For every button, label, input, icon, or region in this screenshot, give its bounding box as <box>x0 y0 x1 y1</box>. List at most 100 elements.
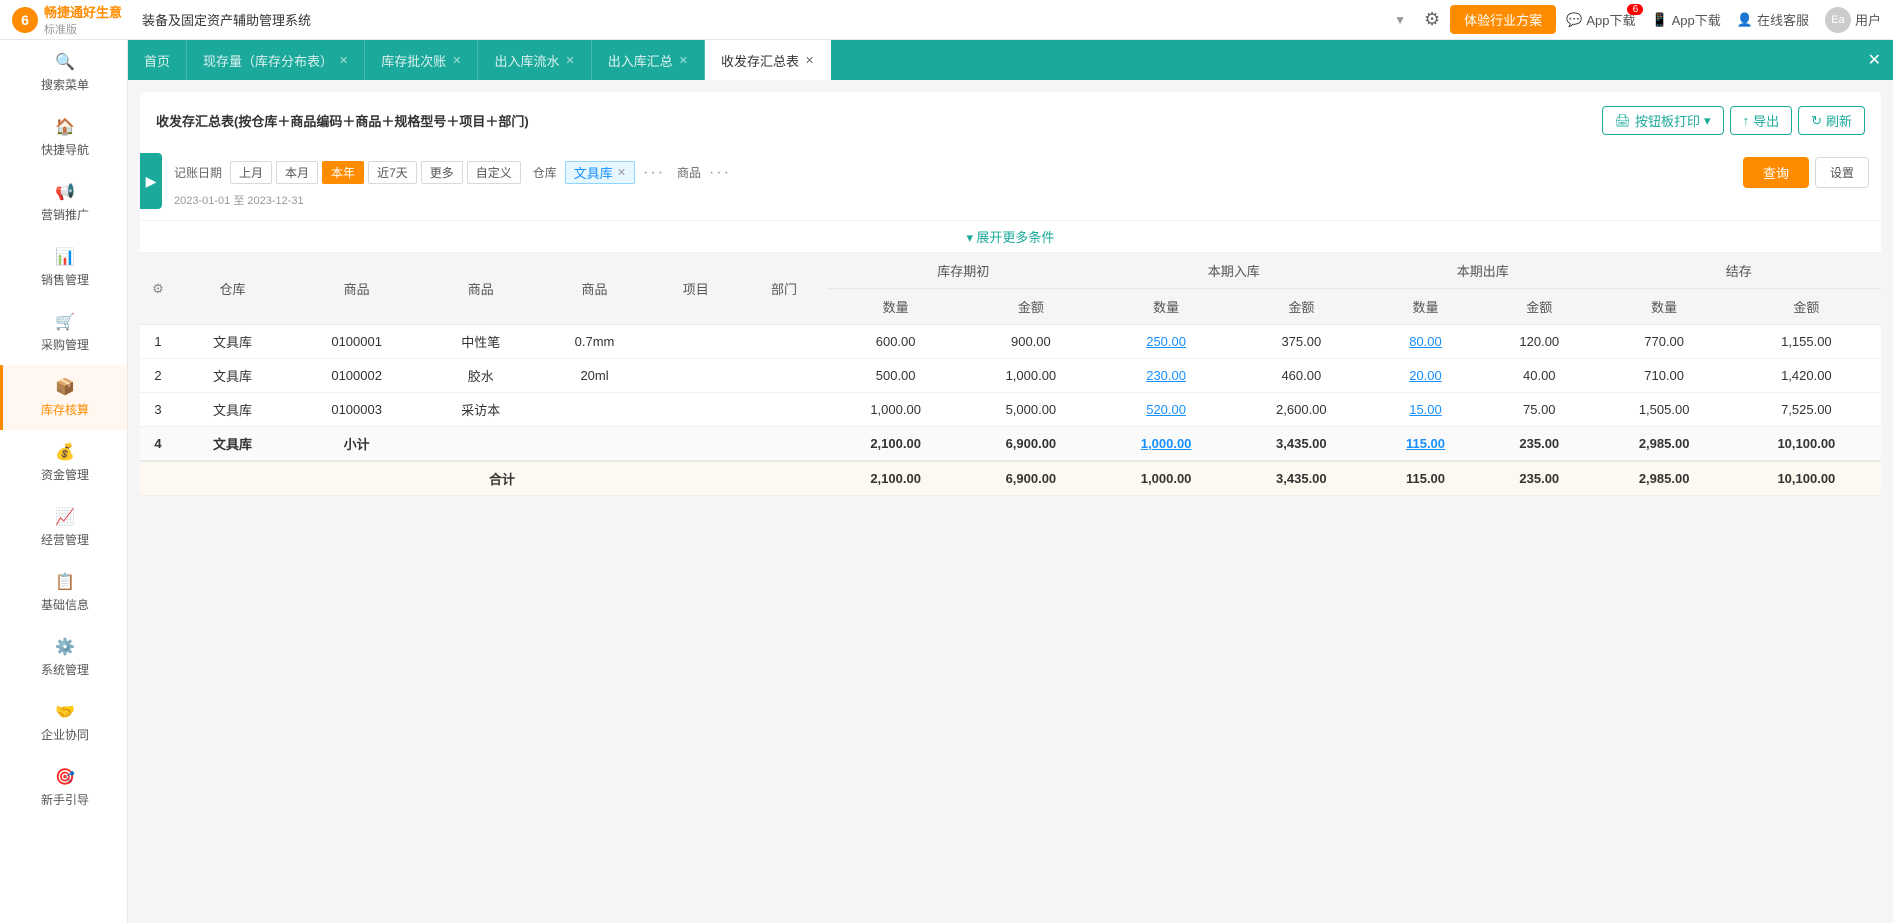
sidebar: 🔍 搜索菜单 🏠 快捷导航 📢 营销推广 📊 销售管理 🛒 采购管理 📦 库存核… <box>0 40 128 923</box>
row3-name: 采访本 <box>424 393 537 427</box>
tab-recv-summary[interactable]: 收发存汇总表 ✕ <box>705 40 831 80</box>
print-dropdown-icon: ▾ <box>1704 113 1711 129</box>
row3-init-qty: 1,000.00 <box>828 393 963 427</box>
online-service-button[interactable]: 👤 在线客服 <box>1737 10 1809 29</box>
col-code-header: 商品 <box>289 253 424 325</box>
logo-icon: 6 <box>12 7 38 33</box>
date-range-display: 2023-01-01 至 2023-12-31 <box>174 192 1869 208</box>
warehouse-tag[interactable]: 文具库 ✕ <box>565 161 635 184</box>
panel-title-actions: 🖨 按钮板打印 ▾ ↑ 导出 ↻ 刷新 <box>1602 106 1866 135</box>
row3-in-qty[interactable]: 520.00 <box>1098 393 1233 427</box>
row2-out-qty[interactable]: 20.00 <box>1369 359 1482 393</box>
col-in-header: 本期入库 <box>1098 253 1368 289</box>
subtotal-out-qty[interactable]: 115.00 <box>1369 427 1482 462</box>
row1-out-qty[interactable]: 80.00 <box>1369 325 1482 359</box>
date-btn-7days[interactable]: 近7天 <box>368 161 417 184</box>
goods-more-button[interactable]: ··· <box>709 164 731 182</box>
user-button[interactable]: Ea 用户 <box>1825 7 1881 33</box>
subtotal-in-qty[interactable]: 1,000.00 <box>1098 427 1233 462</box>
subtotal-out-amt: 235.00 <box>1482 427 1596 462</box>
filter-toggle-button[interactable]: ▶ <box>140 153 162 209</box>
table-row: 1 文具库 0100001 中性笔 0.7mm 600.00 900.00 25… <box>140 325 1881 359</box>
sidebar-item-nav[interactable]: 🏠 快捷导航 <box>0 105 127 170</box>
tab-flow[interactable]: 出入库流水 ✕ <box>478 40 591 80</box>
row2-dept <box>740 359 828 393</box>
sidebar-item-guide[interactable]: 🎯 新手引导 <box>0 755 127 820</box>
warehouse-tag-close[interactable]: ✕ <box>617 166 626 179</box>
refresh-label: 刷新 <box>1826 111 1852 130</box>
tab-stock[interactable]: 现存量（库存分布表） ✕ <box>187 40 365 80</box>
row1-no: 1 <box>140 325 176 359</box>
row3-project <box>652 393 740 427</box>
row2-init-amt: 1,000.00 <box>963 359 1098 393</box>
col-init-stock-header: 库存期初 <box>828 253 1098 289</box>
date-btn-this-month[interactable]: 本月 <box>276 161 318 184</box>
sidebar-item-basic-info[interactable]: 📋 基础信息 <box>0 560 127 625</box>
row2-in-qty[interactable]: 230.00 <box>1098 359 1233 393</box>
avatar: Ea <box>1825 7 1851 33</box>
purchase-icon: 🛒 <box>55 312 75 332</box>
export-button[interactable]: ↑ 导出 <box>1730 106 1793 135</box>
tab-stock-close[interactable]: ✕ <box>339 54 348 67</box>
content-area: 首页 现存量（库存分布表） ✕ 库存批次账 ✕ 出入库流水 ✕ 出入库汇总 ✕ … <box>128 40 1893 923</box>
message-button[interactable]: 💬 App下载 6 <box>1566 10 1635 29</box>
tab-flow-close[interactable]: ✕ <box>566 54 575 67</box>
row2-code: 0100002 <box>289 359 424 393</box>
app-download-button[interactable]: 📱 App下载 <box>1651 10 1720 29</box>
close-all-tabs-button[interactable]: ✕ <box>1856 50 1893 70</box>
row3-out-qty[interactable]: 15.00 <box>1369 393 1482 427</box>
date-buttons: 上月 本月 本年 近7天 更多 自定义 <box>230 161 521 184</box>
collab-icon: 🤝 <box>55 702 75 722</box>
sidebar-item-system[interactable]: ⚙️ 系统管理 <box>0 625 127 690</box>
table-row: 3 文具库 0100003 采访本 1,000.00 5,000.00 520.… <box>140 393 1881 427</box>
search-icon: 🔍 <box>55 52 75 72</box>
subtotal-in-amt: 3,435.00 <box>1234 427 1369 462</box>
sidebar-item-sales[interactable]: 📊 销售管理 <box>0 235 127 300</box>
date-btn-more[interactable]: 更多 <box>421 161 463 184</box>
tab-bar: 首页 现存量（库存分布表） ✕ 库存批次账 ✕ 出入库流水 ✕ 出入库汇总 ✕ … <box>128 40 1893 80</box>
setting-button[interactable]: 设置 <box>1815 157 1869 188</box>
main-panel: 收发存汇总表(按仓库＋商品编码＋商品＋规格型号＋项目＋部门) 🖨 按钮板打印 ▾… <box>140 92 1881 496</box>
sidebar-item-marketing[interactable]: 📢 营销推广 <box>0 170 127 235</box>
settings-gear-icon[interactable]: ⚙ <box>1424 9 1440 29</box>
tab-home[interactable]: 首页 <box>128 40 187 80</box>
date-btn-this-year[interactable]: 本年 <box>322 161 364 184</box>
table-row: 2 文具库 0100002 胶水 20ml 500.00 1,000.00 23… <box>140 359 1881 393</box>
sidebar-item-collab[interactable]: 🤝 企业协同 <box>0 690 127 755</box>
print-button[interactable]: 🖨 按钮板打印 ▾ <box>1602 106 1724 135</box>
export-icon: ↑ <box>1743 113 1750 128</box>
tab-recv-summary-close[interactable]: ✕ <box>805 54 814 67</box>
sidebar-item-finance[interactable]: 💰 资金管理 <box>0 430 127 495</box>
row1-in-qty[interactable]: 250.00 <box>1098 325 1233 359</box>
warehouse-more-button[interactable]: ··· <box>643 164 665 182</box>
tab-summary[interactable]: 出入库汇总 ✕ <box>592 40 705 80</box>
date-btn-last-month[interactable]: 上月 <box>230 161 272 184</box>
service-label: 在线客服 <box>1757 10 1809 29</box>
query-button[interactable]: 查询 <box>1743 157 1809 188</box>
row3-in-amt: 2,600.00 <box>1234 393 1369 427</box>
sidebar-label-purchase: 采购管理 <box>41 336 89 353</box>
trial-button[interactable]: 体验行业方案 <box>1450 5 1556 34</box>
tab-summary-close[interactable]: ✕ <box>679 54 688 67</box>
tab-batch-close[interactable]: ✕ <box>452 54 461 67</box>
col-balance-header: 结存 <box>1597 253 1881 289</box>
sidebar-item-operations[interactable]: 📈 经营管理 <box>0 495 127 560</box>
col-settings-icon[interactable]: ⚙ <box>152 281 164 296</box>
sidebar-label-finance: 资金管理 <box>41 466 89 483</box>
date-btn-custom[interactable]: 自定义 <box>467 161 521 184</box>
sidebar-item-search[interactable]: 🔍 搜索菜单 <box>0 40 127 105</box>
expand-conditions-button[interactable]: ▾ 展开更多条件 <box>140 221 1881 253</box>
sidebar-label-inventory: 库存核算 <box>41 401 89 418</box>
sidebar-item-inventory[interactable]: 📦 库存核算 <box>0 365 127 430</box>
warehouse-label: 仓库 <box>533 164 557 181</box>
row1-out-amt: 120.00 <box>1482 325 1596 359</box>
tab-summary-label: 出入库汇总 <box>608 51 673 70</box>
sidebar-item-purchase[interactable]: 🛒 采购管理 <box>0 300 127 365</box>
refresh-button[interactable]: ↻ 刷新 <box>1798 106 1865 135</box>
tab-batch[interactable]: 库存批次账 ✕ <box>365 40 478 80</box>
user-label: 用户 <box>1855 10 1881 29</box>
col-in-qty-header: 数量 <box>1098 289 1233 325</box>
export-label: 导出 <box>1753 111 1779 130</box>
row2-name: 胶水 <box>424 359 537 393</box>
row2-out-amt: 40.00 <box>1482 359 1596 393</box>
